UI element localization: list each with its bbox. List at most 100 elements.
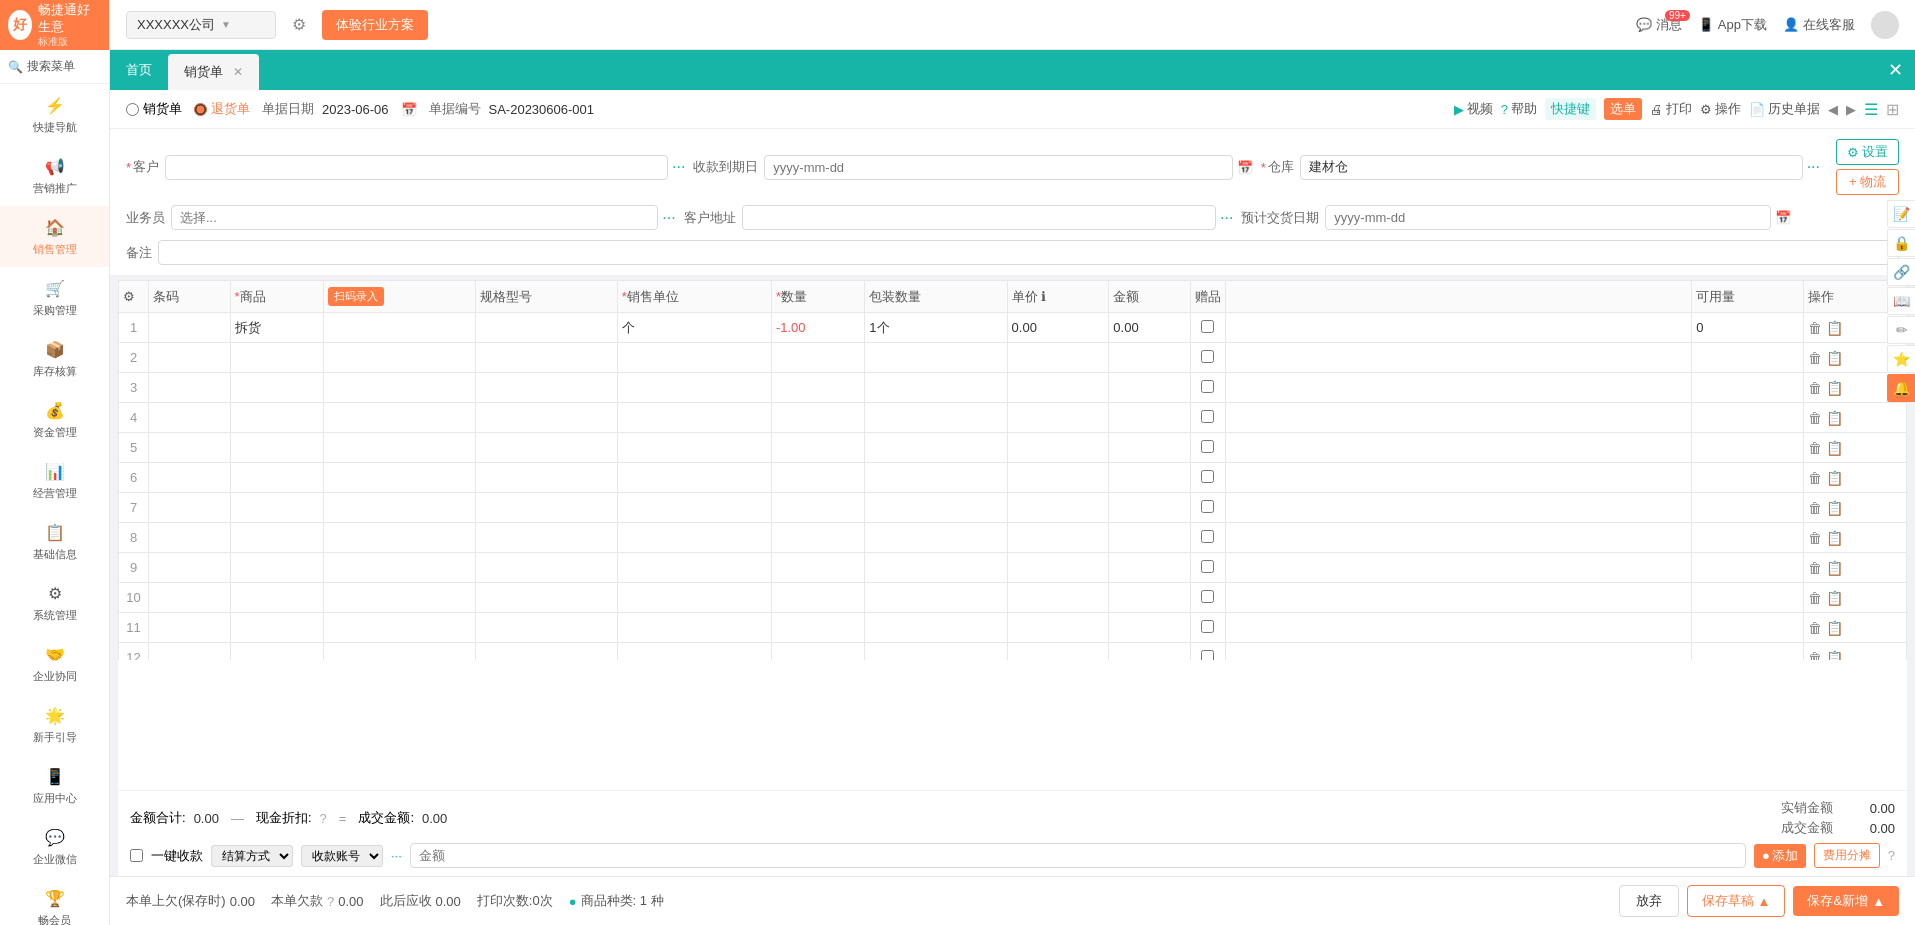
- salesman-input[interactable]: [171, 205, 658, 230]
- row-gift-7[interactable]: [1190, 493, 1225, 523]
- expected-date-input[interactable]: [1325, 205, 1771, 230]
- sidebar-item-quick-nav[interactable]: ⚡ 快捷导航: [0, 84, 109, 145]
- salesman-dots-icon[interactable]: ···: [662, 210, 675, 226]
- table-scroll[interactable]: ⚙ 条码 *商品 扫码录入 规格型号 *销售单位 *数量 包装数量 单价 ℹ 金…: [118, 280, 1907, 660]
- row-product-3[interactable]: [230, 373, 323, 403]
- customer-input[interactable]: [165, 155, 668, 180]
- row-price-9[interactable]: [1007, 553, 1109, 583]
- row-copy-icon-2[interactable]: 📋: [1826, 350, 1843, 366]
- row-amount-1[interactable]: 0.00: [1109, 313, 1191, 343]
- row-qty-12[interactable]: [771, 643, 864, 661]
- row-price-7[interactable]: [1007, 493, 1109, 523]
- row-product-5[interactable]: [230, 433, 323, 463]
- row-unit-8[interactable]: [617, 523, 771, 553]
- expected-date-calendar-icon[interactable]: 📅: [1775, 210, 1791, 225]
- row-barcode-4[interactable]: [149, 403, 231, 433]
- row-copy-icon-7[interactable]: 📋: [1826, 500, 1843, 516]
- row-spec-9[interactable]: [475, 553, 617, 583]
- row-amount-12[interactable]: [1109, 643, 1191, 661]
- row-pkg-qty-7[interactable]: [865, 493, 1007, 523]
- row-pkg-qty-10[interactable]: [865, 583, 1007, 613]
- row-qty-11[interactable]: [771, 613, 864, 643]
- amount-input[interactable]: [410, 843, 1746, 868]
- sidebar-item-purchase[interactable]: 🛒 采购管理: [0, 267, 109, 328]
- row-spec-11[interactable]: [475, 613, 617, 643]
- sidebar-item-business[interactable]: 📊 经营管理: [0, 450, 109, 511]
- rfb-edit[interactable]: 📝: [1887, 200, 1915, 228]
- row-qty-3[interactable]: [771, 373, 864, 403]
- row-spec-5[interactable]: [475, 433, 617, 463]
- row-product-4[interactable]: [230, 403, 323, 433]
- row-unit-11[interactable]: [617, 613, 771, 643]
- row-copy-icon-11[interactable]: 📋: [1826, 620, 1843, 636]
- sidebar-item-marketing[interactable]: 📢 营销推广: [0, 145, 109, 206]
- row-delete-icon-9[interactable]: 🗑: [1808, 560, 1822, 576]
- row-delete-icon-1[interactable]: 🗑: [1808, 320, 1822, 336]
- sidebar-item-inventory[interactable]: 📦 库存核算: [0, 328, 109, 389]
- topbar-gear-icon[interactable]: ⚙: [292, 15, 306, 34]
- online-service-btn[interactable]: 👤 在线客服: [1783, 16, 1855, 34]
- sidebar-item-finance[interactable]: 💰 资金管理: [0, 389, 109, 450]
- row-price-10[interactable]: [1007, 583, 1109, 613]
- add-button[interactable]: ● 添加: [1754, 844, 1806, 868]
- row-spec-3[interactable]: [475, 373, 617, 403]
- sidebar-item-member[interactable]: 🏆 畅会员: [0, 877, 109, 925]
- one-click-pay-checkbox[interactable]: [130, 849, 143, 862]
- date-calendar-icon[interactable]: 📅: [401, 102, 417, 117]
- row-delete-icon-8[interactable]: 🗑: [1808, 530, 1822, 546]
- row-delete-icon-2[interactable]: 🗑: [1808, 350, 1822, 366]
- row-amount-5[interactable]: [1109, 433, 1191, 463]
- row-price-2[interactable]: [1007, 343, 1109, 373]
- expense-btn[interactable]: 费用分摊: [1814, 843, 1880, 868]
- row-qty-5[interactable]: [771, 433, 864, 463]
- close-window-icon[interactable]: ✕: [1876, 59, 1915, 81]
- warehouse-dots-icon[interactable]: ···: [1807, 159, 1820, 175]
- row-price-11[interactable]: [1007, 613, 1109, 643]
- row-unit-6[interactable]: [617, 463, 771, 493]
- row-barcode-10[interactable]: [149, 583, 231, 613]
- nav-next-icon[interactable]: ▶: [1846, 102, 1856, 117]
- row-pkg-qty-8[interactable]: [865, 523, 1007, 553]
- warehouse-input[interactable]: [1300, 155, 1803, 180]
- abandon-button[interactable]: 放弃: [1619, 885, 1679, 917]
- row-barcode-11[interactable]: [149, 613, 231, 643]
- row-copy-icon-5[interactable]: 📋: [1826, 440, 1843, 456]
- row-amount-10[interactable]: [1109, 583, 1191, 613]
- row-pkg-qty-5[interactable]: [865, 433, 1007, 463]
- row-price-5[interactable]: [1007, 433, 1109, 463]
- row-copy-icon-8[interactable]: 📋: [1826, 530, 1843, 546]
- sidebar-search[interactable]: 🔍 搜索菜单: [0, 50, 109, 84]
- row-copy-icon-1[interactable]: 📋: [1826, 320, 1843, 336]
- row-price-4[interactable]: [1007, 403, 1109, 433]
- row-qty-6[interactable]: [771, 463, 864, 493]
- row-delete-icon-10[interactable]: 🗑: [1808, 590, 1822, 606]
- row-delete-icon-12[interactable]: 🗑: [1808, 650, 1822, 661]
- radio-return-input[interactable]: [194, 103, 207, 116]
- trial-btn[interactable]: 体验行业方案: [322, 10, 428, 40]
- row-product-9[interactable]: [230, 553, 323, 583]
- radio-sale[interactable]: 销货单: [126, 100, 182, 118]
- row-amount-9[interactable]: [1109, 553, 1191, 583]
- row-delete-icon-4[interactable]: 🗑: [1808, 410, 1822, 426]
- row-qty-1[interactable]: -1.00: [771, 313, 864, 343]
- row-delete-icon-11[interactable]: 🗑: [1808, 620, 1822, 636]
- message-btn[interactable]: 💬 消息 99+: [1636, 16, 1682, 34]
- row-unit-9[interactable]: [617, 553, 771, 583]
- row-qty-4[interactable]: [771, 403, 864, 433]
- logistics-button[interactable]: + 物流: [1836, 169, 1899, 195]
- row-pkg-qty-2[interactable]: [865, 343, 1007, 373]
- row-barcode-2[interactable]: [149, 343, 231, 373]
- row-price-6[interactable]: [1007, 463, 1109, 493]
- rfb-link[interactable]: 🔗: [1887, 258, 1915, 286]
- row-barcode-7[interactable]: [149, 493, 231, 523]
- operate-action[interactable]: ⚙操作: [1700, 100, 1741, 118]
- row-gift-1[interactable]: [1190, 313, 1225, 343]
- due-date-input[interactable]: [764, 155, 1232, 180]
- rfb-book[interactable]: 📖: [1887, 287, 1915, 315]
- row-amount-2[interactable]: [1109, 343, 1191, 373]
- row-delete-icon-3[interactable]: 🗑: [1808, 380, 1822, 396]
- tab-home[interactable]: 首页: [110, 50, 168, 90]
- row-product-1[interactable]: 拆货: [230, 313, 323, 343]
- customer-addr-dots-icon[interactable]: ···: [1220, 210, 1233, 226]
- account-dots-icon[interactable]: ···: [391, 848, 402, 863]
